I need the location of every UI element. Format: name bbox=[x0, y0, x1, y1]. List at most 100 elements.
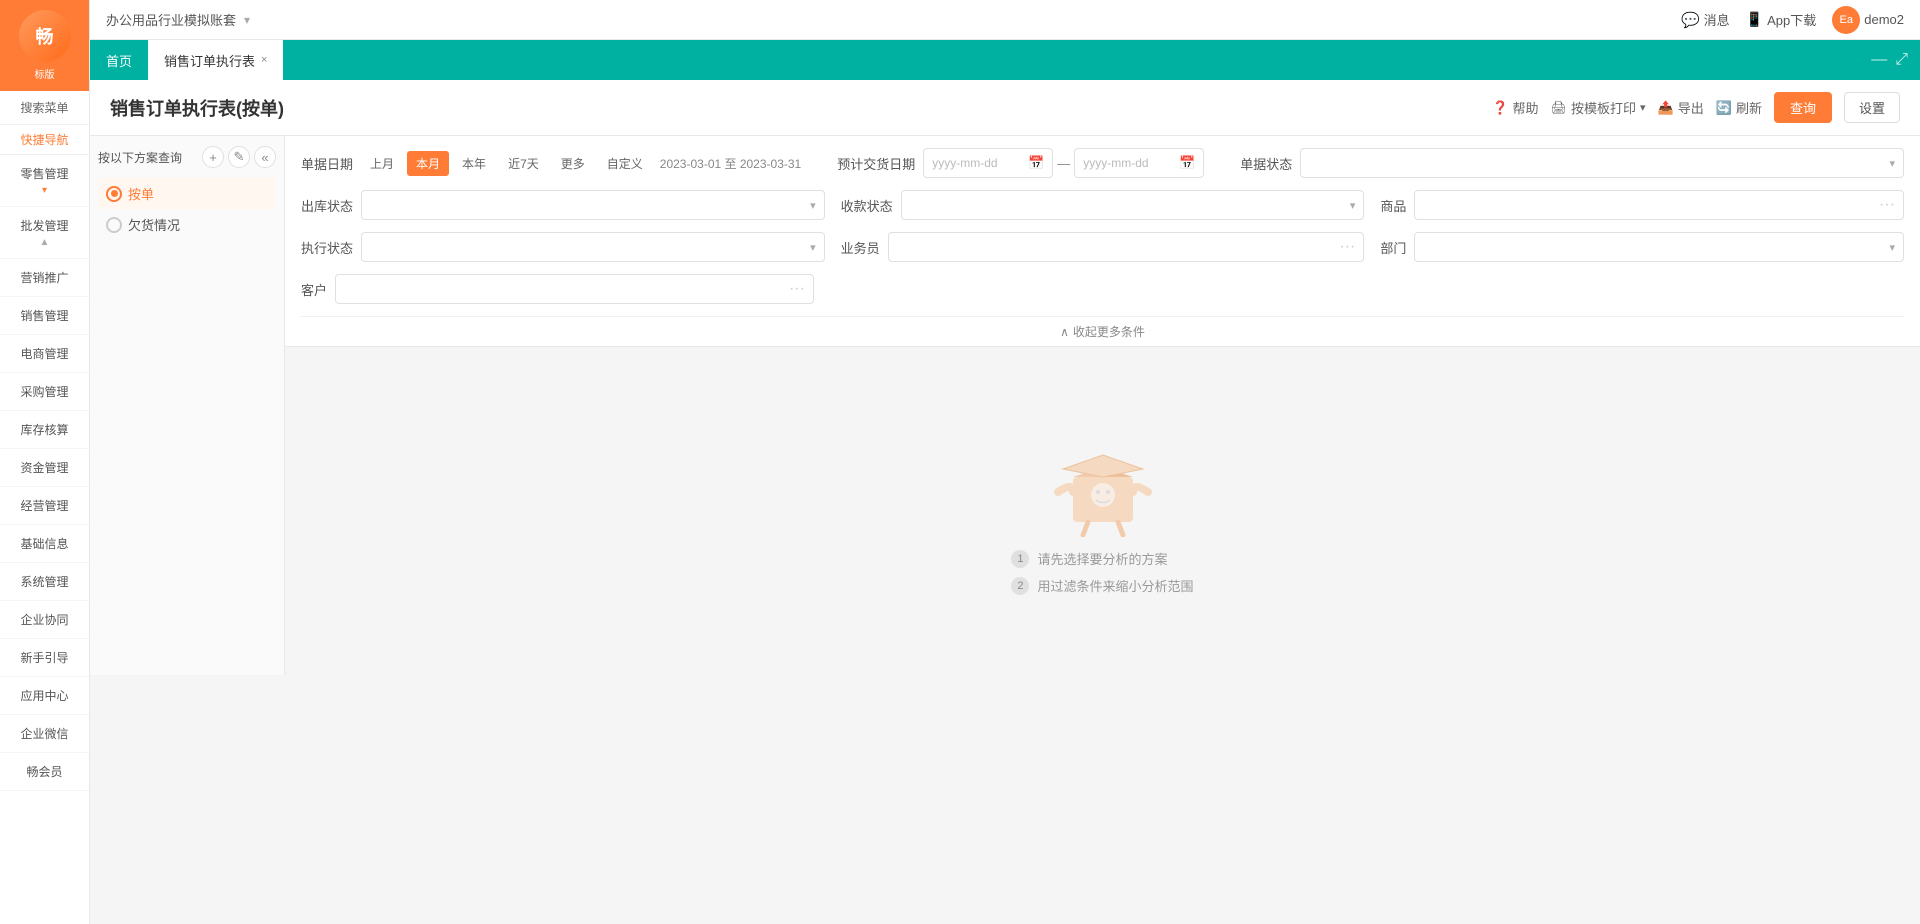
sidebar-item-finance[interactable]: 资金管理 bbox=[0, 449, 89, 487]
tip-num-2: 2 bbox=[1011, 577, 1029, 595]
sidebar-logo[interactable]: 畅 标版 bbox=[0, 0, 89, 91]
customer-input[interactable]: ··· bbox=[335, 274, 814, 304]
scheme-collapse-btn[interactable]: « bbox=[254, 146, 276, 168]
sidebar-item-label: 企业协同 bbox=[6, 611, 83, 628]
sidebar-item-ecommerce[interactable]: 电商管理 bbox=[0, 335, 89, 373]
sidebar-item-enterprise[interactable]: 企业协同 bbox=[0, 601, 89, 639]
topbar-left: 办公用品行业模拟账套 ▾ bbox=[106, 10, 250, 29]
empty-state: 1 请先选择要分析的方案 2 用过滤条件来缩小分析范围 bbox=[285, 347, 1920, 675]
expand-icon: ▲ bbox=[40, 237, 50, 248]
sidebar-item-sales-mgmt[interactable]: 销售管理 bbox=[0, 297, 89, 335]
sidebar-item-purchase-mgmt[interactable]: 采购管理 bbox=[0, 373, 89, 411]
receipt-status-field: 收款状态 ▾ bbox=[841, 190, 1365, 220]
customer-more-icon[interactable]: ··· bbox=[789, 280, 805, 298]
tab-home[interactable]: 首页 bbox=[90, 40, 148, 80]
sidebar-item-app-center[interactable]: 应用中心 bbox=[0, 677, 89, 715]
sidebar-item-label: 企业微信 bbox=[6, 725, 83, 742]
date-tab-this-month[interactable]: 本月 bbox=[407, 151, 449, 176]
sidebar-item-inventory[interactable]: 库存核算 bbox=[0, 411, 89, 449]
execution-status-label: 执行状态 bbox=[301, 238, 353, 257]
salesperson-input[interactable]: ··· bbox=[888, 232, 1365, 262]
export-btn[interactable]: 📤 导出 bbox=[1658, 98, 1704, 117]
empty-illustration bbox=[1043, 427, 1163, 537]
empty-tip-1: 1 请先选择要分析的方案 bbox=[1011, 549, 1193, 568]
sidebar-item-wholesale-mgmt[interactable]: 批发管理 ▲ bbox=[0, 207, 89, 259]
refresh-btn[interactable]: 🔄 刷新 bbox=[1716, 98, 1762, 117]
title-dropdown-icon[interactable]: ▾ bbox=[244, 13, 250, 27]
delivery-status-chevron-icon: ▾ bbox=[810, 199, 816, 212]
print-btn[interactable]: 🖨 按模板打印 ▾ bbox=[1551, 98, 1646, 117]
sidebar-item-member[interactable]: 畅会员 bbox=[0, 753, 89, 791]
main-panel: 按以下方案查询 + ✎ « 按单 欠货情况 bbox=[90, 136, 1920, 675]
sidebar-item-label: 畅会员 bbox=[6, 763, 83, 780]
tip-num-1: 1 bbox=[1011, 550, 1029, 568]
calendar-icon-start[interactable]: 📅 bbox=[1028, 155, 1044, 171]
scheme-edit-btn[interactable]: ✎ bbox=[228, 146, 250, 168]
date-tab-last-month[interactable]: 上月 bbox=[361, 151, 403, 176]
execution-status-select[interactable]: ▾ bbox=[361, 232, 825, 262]
expected-delivery-end[interactable]: yyyy-mm-dd 📅 bbox=[1074, 148, 1204, 178]
sidebar-item-marketing[interactable]: 营销推广 bbox=[0, 259, 89, 297]
product-input[interactable]: ··· bbox=[1414, 190, 1904, 220]
department-select[interactable]: ▾ bbox=[1414, 232, 1904, 262]
date-tab-more[interactable]: 更多 bbox=[552, 151, 594, 176]
scheme-item-single[interactable]: 按单 bbox=[98, 178, 276, 209]
collapse-filters-btn[interactable]: ∧ 收起更多条件 bbox=[301, 316, 1904, 346]
tab-sales-order[interactable]: 销售订单执行表 × bbox=[148, 40, 283, 80]
doc-status-chevron-icon: ▾ bbox=[1889, 157, 1895, 170]
sidebar-item-label: 库存核算 bbox=[6, 421, 83, 438]
empty-tip-2: 2 用过滤条件来缩小分析范围 bbox=[1011, 576, 1193, 595]
receipt-status-select[interactable]: ▾ bbox=[901, 190, 1365, 220]
avatar: Ea bbox=[1832, 6, 1860, 34]
message-btn[interactable]: 💬 消息 bbox=[1681, 10, 1730, 29]
collapse-label: 收起更多条件 bbox=[1073, 323, 1145, 340]
tab-close-btn[interactable]: × bbox=[261, 54, 267, 66]
page-header: 销售订单执行表(按单) ❓ 帮助 🖨 按模板打印 ▾ 📤 导出 🔄 刷新 bbox=[90, 80, 1920, 136]
calendar-icon-end[interactable]: 📅 bbox=[1179, 155, 1195, 171]
expected-delivery-start[interactable]: yyyy-mm-dd 📅 bbox=[923, 148, 1053, 178]
tab-minimize-btn[interactable]: — bbox=[1871, 51, 1887, 69]
sidebar-item-quick-nav[interactable]: 快捷导航 bbox=[0, 125, 89, 155]
doc-status-select[interactable]: ▾ bbox=[1300, 148, 1904, 178]
scheme-item-shortage[interactable]: 欠货情况 bbox=[98, 209, 276, 240]
sidebar-item-enterprise-wechat[interactable]: 企业微信 bbox=[0, 715, 89, 753]
tab-home-label: 首页 bbox=[106, 51, 132, 70]
user-info[interactable]: Ea demo2 bbox=[1832, 6, 1904, 34]
sidebar-item-retail-mgmt[interactable]: 零售管理 ▾ bbox=[0, 155, 89, 207]
product-more-icon[interactable]: ··· bbox=[1879, 196, 1895, 214]
sidebar-item-label: 电商管理 bbox=[6, 345, 83, 362]
date-tab-custom[interactable]: 自定义 bbox=[598, 151, 652, 176]
topbar-right: 💬 消息 📱 App下载 Ea demo2 bbox=[1681, 6, 1904, 34]
help-btn[interactable]: ❓ 帮助 bbox=[1492, 98, 1538, 117]
empty-tip-2-text: 用过滤条件来缩小分析范围 bbox=[1037, 576, 1193, 595]
empty-tips: 1 请先选择要分析的方案 2 用过滤条件来缩小分析范围 bbox=[1011, 549, 1193, 595]
customer-field: 客户 ··· bbox=[301, 274, 814, 304]
sidebar-item-search[interactable]: 搜索菜单 bbox=[0, 91, 89, 125]
sidebar-item-system[interactable]: 系统管理 bbox=[0, 563, 89, 601]
sidebar-item-label: 零售管理 bbox=[6, 165, 83, 182]
app-download-btn[interactable]: 📱 App下载 bbox=[1746, 10, 1817, 29]
expected-delivery-range: yyyy-mm-dd 📅 — yyyy-mm-dd 📅 bbox=[923, 148, 1204, 178]
logo-icon: 畅 bbox=[19, 10, 71, 62]
delivery-status-select[interactable]: ▾ bbox=[361, 190, 825, 220]
date-label: 单据日期 bbox=[301, 154, 353, 173]
sidebar-item-operations[interactable]: 经营管理 bbox=[0, 487, 89, 525]
sidebar-item-basic-info[interactable]: 基础信息 bbox=[0, 525, 89, 563]
date-tab-7days[interactable]: 近7天 bbox=[499, 151, 548, 176]
tab-maximize-btn[interactable]: ⤢ bbox=[1895, 51, 1908, 69]
date-tab-this-year[interactable]: 本年 bbox=[453, 151, 495, 176]
salesperson-more-icon[interactable]: ··· bbox=[1339, 238, 1355, 256]
scheme-add-btn[interactable]: + bbox=[202, 146, 224, 168]
tab-actions: — ⤢ bbox=[1871, 51, 1920, 69]
sidebar-item-new-guide[interactable]: 新手引导 bbox=[0, 639, 89, 677]
expected-delivery-label: 预计交货日期 bbox=[837, 154, 915, 173]
export-icon: 📤 bbox=[1658, 100, 1674, 116]
settings-button[interactable]: 设置 bbox=[1844, 92, 1900, 123]
filter-row-3: 执行状态 ▾ 业务员 ··· bbox=[301, 232, 1904, 262]
scheme-header: 按以下方案查询 + ✎ « bbox=[98, 146, 276, 168]
query-button[interactable]: 查询 bbox=[1774, 92, 1832, 123]
expected-delivery-field: 预计交货日期 yyyy-mm-dd 📅 — yyyy-mm-dd 📅 bbox=[837, 148, 1204, 178]
customer-label: 客户 bbox=[301, 280, 327, 299]
user-name: demo2 bbox=[1864, 12, 1904, 27]
filter-row-4: 客户 ··· bbox=[301, 274, 1904, 304]
